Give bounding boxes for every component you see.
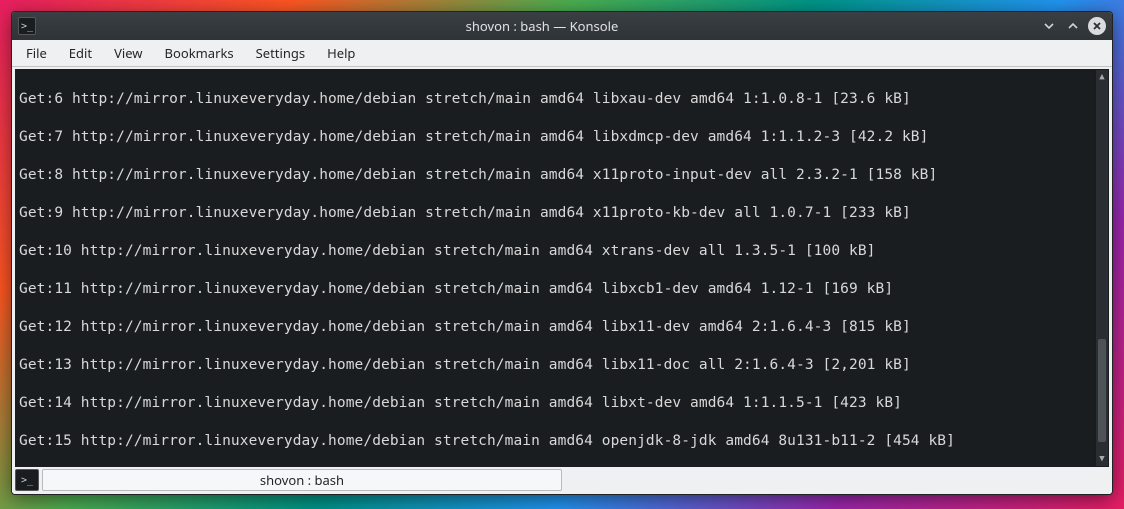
scroll-down-icon[interactable]: ▼: [1096, 452, 1108, 466]
window-controls: [1040, 17, 1106, 35]
scrollbar-thumb[interactable]: [1098, 339, 1106, 442]
terminal-line: Get:10 http://mirror.linuxeveryday.home/…: [19, 242, 1105, 261]
menu-settings[interactable]: Settings: [246, 41, 315, 65]
menu-file[interactable]: File: [16, 41, 57, 65]
close-button[interactable]: [1088, 17, 1106, 35]
new-tab-button[interactable]: >_: [15, 469, 39, 491]
app-icon: >_: [18, 17, 36, 35]
menu-help[interactable]: Help: [317, 41, 365, 65]
terminal-line: Get:9 http://mirror.linuxeveryday.home/d…: [19, 204, 1105, 223]
terminal-line: Get:15 http://mirror.linuxeveryday.home/…: [19, 432, 1105, 451]
terminal-line: Get:13 http://mirror.linuxeveryday.home/…: [19, 356, 1105, 375]
terminal-line: Get:12 http://mirror.linuxeveryday.home/…: [19, 318, 1105, 337]
terminal-container: Get:6 http://mirror.linuxeveryday.home/d…: [12, 67, 1112, 467]
terminal[interactable]: Get:6 http://mirror.linuxeveryday.home/d…: [15, 69, 1109, 467]
chevron-up-icon: [1067, 20, 1079, 32]
menu-bookmarks[interactable]: Bookmarks: [155, 41, 244, 65]
menu-view[interactable]: View: [104, 41, 152, 65]
terminal-line: Get:14 http://mirror.linuxeveryday.home/…: [19, 394, 1105, 413]
tabbar: >_ shovon : bash: [12, 467, 1112, 494]
terminal-scrollbar[interactable]: ▲ ▼: [1095, 70, 1108, 466]
menubar: File Edit View Bookmarks Settings Help: [12, 40, 1112, 67]
minimize-button[interactable]: [1040, 17, 1058, 35]
chevron-down-icon: [1043, 20, 1055, 32]
close-icon: [1091, 20, 1103, 32]
konsole-window: >_ shovon : bash — Konsole File Edit Vie…: [11, 11, 1113, 495]
terminal-line: Get:6 http://mirror.linuxeveryday.home/d…: [19, 90, 1105, 109]
terminal-line: Get:8 http://mirror.linuxeveryday.home/d…: [19, 166, 1105, 185]
maximize-button[interactable]: [1064, 17, 1082, 35]
terminal-line: Get:11 http://mirror.linuxeveryday.home/…: [19, 280, 1105, 299]
titlebar[interactable]: >_ shovon : bash — Konsole: [12, 12, 1112, 40]
menu-edit[interactable]: Edit: [59, 41, 102, 65]
scroll-up-icon[interactable]: ▲: [1096, 70, 1108, 84]
terminal-line: Get:7 http://mirror.linuxeveryday.home/d…: [19, 128, 1105, 147]
tab-shovon-bash[interactable]: shovon : bash: [42, 469, 562, 491]
window-title: shovon : bash — Konsole: [44, 17, 1040, 35]
